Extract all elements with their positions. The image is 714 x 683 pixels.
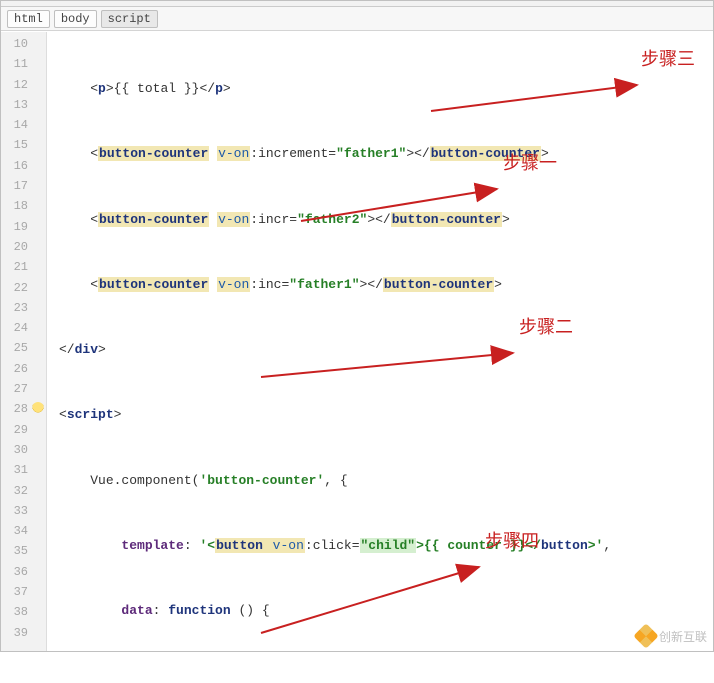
line-number: 37	[1, 582, 46, 602]
code-line: <button-counter v-on:inc="father1"></but…	[47, 275, 713, 295]
line-number: 30	[1, 440, 46, 460]
line-number: 26	[1, 359, 46, 379]
code-line: template: '<button v-on:click="child">{{…	[47, 536, 713, 556]
code-line: <button-counter v-on:incr="father2"></bu…	[47, 210, 713, 230]
code-line: <script>	[47, 405, 713, 425]
line-number: 39	[1, 623, 46, 643]
line-number: 17	[1, 176, 46, 196]
line-number: 13	[1, 95, 46, 115]
line-number: 29	[1, 420, 46, 440]
code-line: </div>	[47, 340, 713, 360]
breadcrumb-item-script[interactable]: script	[101, 10, 158, 28]
code-area: 10 11 12 13 14 15 16 17 18 19 20 21 22 2…	[1, 32, 713, 651]
watermark-logo-icon	[633, 623, 658, 648]
line-number: 21	[1, 257, 46, 277]
line-number: 23	[1, 298, 46, 318]
code-line: <p>{{ total }}</p>	[47, 79, 713, 99]
line-number: 32	[1, 481, 46, 501]
line-number-bulb[interactable]: 28	[1, 399, 46, 419]
line-number: 15	[1, 135, 46, 155]
breadcrumb: html body script	[1, 7, 713, 31]
line-number: 31	[1, 460, 46, 480]
breadcrumb-item-body[interactable]: body	[54, 10, 97, 28]
line-number: 25	[1, 338, 46, 358]
code-content[interactable]: <p>{{ total }}</p> <button-counter v-on:…	[47, 32, 713, 651]
line-number: 24	[1, 318, 46, 338]
line-number: 34	[1, 521, 46, 541]
line-number: 10	[1, 34, 46, 54]
line-number: 18	[1, 196, 46, 216]
watermark: 创新互联	[637, 627, 707, 645]
code-line: <button-counter v-on:increment="father1"…	[47, 144, 713, 164]
line-number: 11	[1, 54, 46, 74]
line-number: 35	[1, 541, 46, 561]
line-number: 22	[1, 278, 46, 298]
line-number: 20	[1, 237, 46, 257]
watermark-text: 创新互联	[659, 628, 707, 645]
line-number: 38	[1, 602, 46, 622]
line-number: 19	[1, 217, 46, 237]
line-number: 36	[1, 562, 46, 582]
line-number: 14	[1, 115, 46, 135]
line-number: 33	[1, 501, 46, 521]
line-number: 16	[1, 156, 46, 176]
code-line: data: function () {	[47, 601, 713, 621]
line-number: 12	[1, 75, 46, 95]
line-number: 27	[1, 379, 46, 399]
gutter: 10 11 12 13 14 15 16 17 18 19 20 21 22 2…	[1, 32, 47, 651]
editor-window: html body script 10 11 12 13 14 15 16 17…	[0, 0, 714, 652]
breadcrumb-item-html[interactable]: html	[7, 10, 50, 28]
code-line: Vue.component('button-counter', {	[47, 471, 713, 491]
